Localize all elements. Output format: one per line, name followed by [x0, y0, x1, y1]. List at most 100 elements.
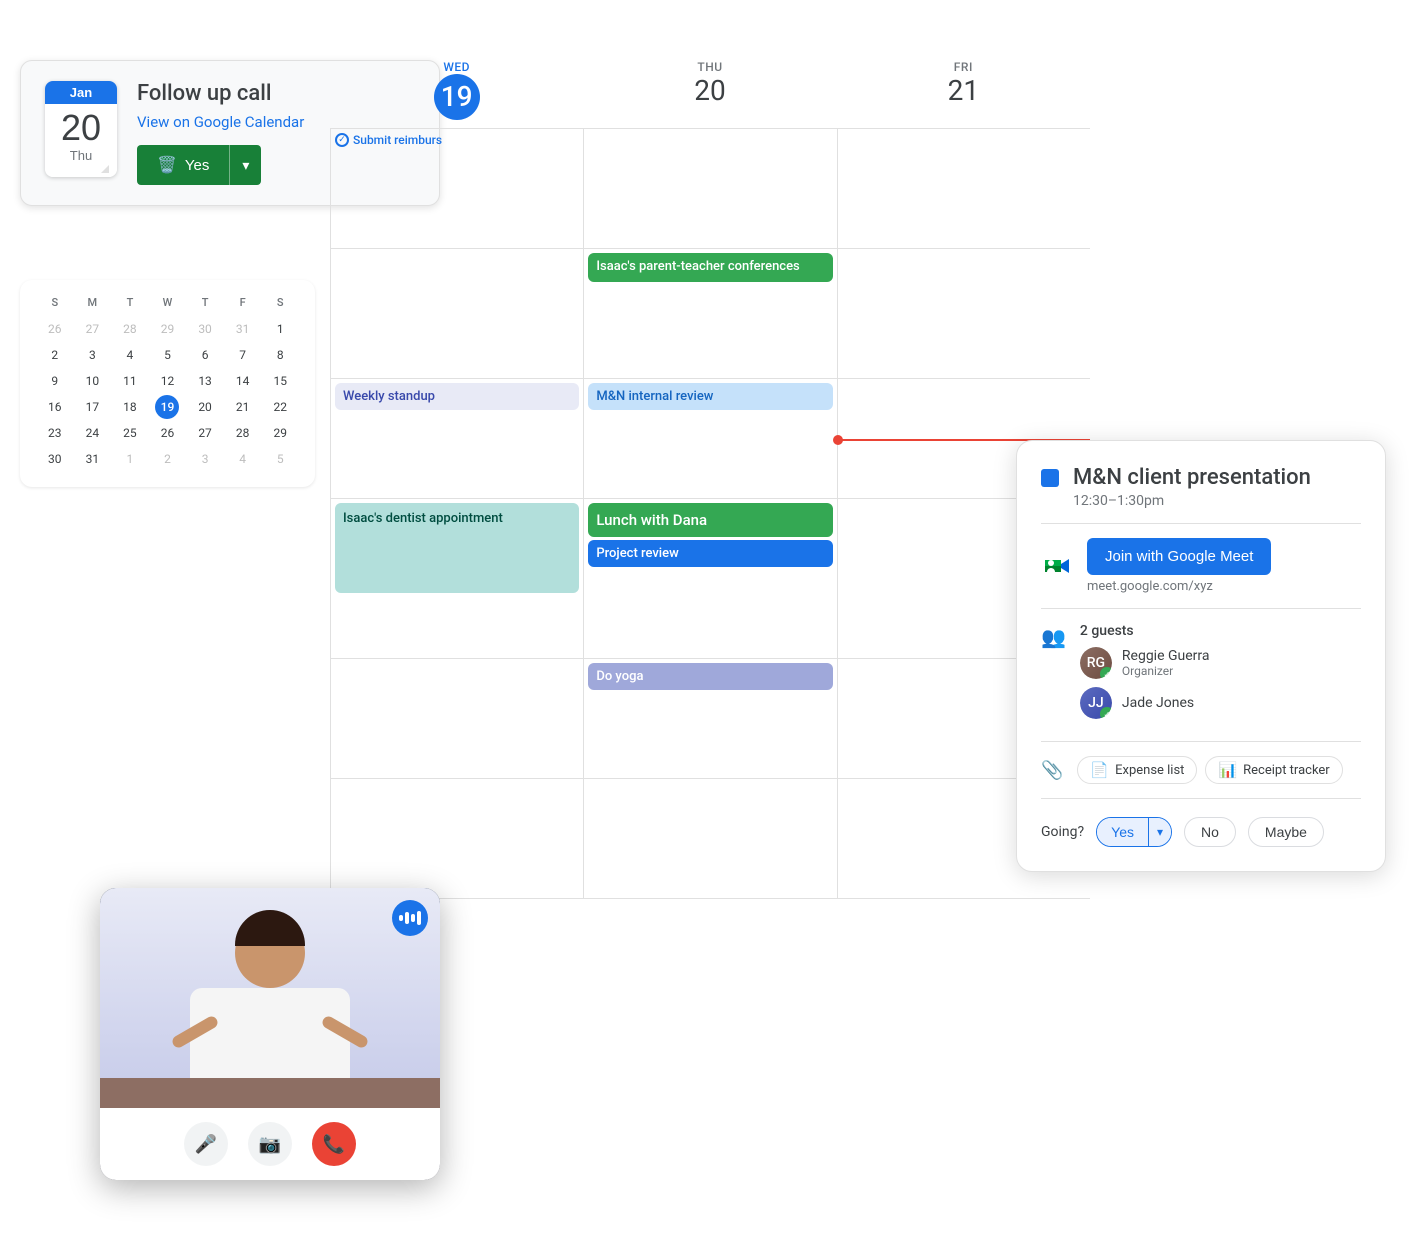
wave-bars [399, 911, 421, 925]
mini-day-20[interactable]: 20 [193, 395, 217, 419]
mini-day-26-prev[interactable]: 26 [43, 317, 67, 341]
going-yes-dropdown[interactable]: ▾ [1148, 818, 1171, 846]
mini-day-1[interactable]: 1 [268, 317, 292, 341]
mini-day-5[interactable]: 5 [155, 343, 179, 367]
mini-day-23[interactable]: 23 [43, 421, 67, 445]
mini-day-18[interactable]: 18 [118, 395, 142, 419]
mini-day-17[interactable]: 17 [80, 395, 104, 419]
mini-cal-mon: M [74, 296, 112, 309]
cal-cell-thu-4: Do yoga [584, 659, 837, 778]
going-section: Going? Yes ▾ No Maybe [1041, 813, 1361, 847]
mini-day-27[interactable]: 27 [193, 421, 217, 445]
going-maybe-button[interactable]: Maybe [1248, 817, 1324, 847]
guest-avatar-reggie: RG ✓ [1080, 647, 1112, 679]
mini-day-27-prev[interactable]: 27 [80, 317, 104, 341]
mini-day-26[interactable]: 26 [155, 421, 179, 445]
doc-icon: 📄 [1090, 761, 1109, 779]
mini-day-4[interactable]: 4 [118, 343, 142, 367]
going-no-button[interactable]: No [1184, 817, 1236, 847]
mn-internal-event[interactable]: M&N internal review [588, 383, 832, 410]
guest-name-jade: Jade Jones [1122, 695, 1194, 711]
event-detail-card: M&N client presentation 12:30–1:30pm Joi… [1016, 440, 1386, 872]
do-yoga-event[interactable]: Do yoga [588, 663, 832, 690]
mini-day-4-next[interactable]: 4 [231, 447, 255, 471]
guest-check-jade: ✓ [1100, 707, 1112, 719]
mic-button[interactable]: 🎤 [184, 1122, 228, 1166]
rsvp-yes-button[interactable]: 🗑️ Yes [137, 145, 229, 185]
calendar-header: WED 19 THU 20 FRI 21 [330, 60, 1090, 129]
weekly-standup-event[interactable]: Weekly standup [335, 383, 579, 410]
guest-avatar-jade: JJ ✓ [1080, 687, 1112, 719]
receipt-tracker-label: Receipt tracker [1243, 763, 1330, 778]
expense-list-label: Expense list [1115, 763, 1184, 778]
mini-day-5-next[interactable]: 5 [268, 447, 292, 471]
attachment-expense-list[interactable]: 📄 Expense list [1077, 756, 1197, 784]
camera-icon: 📷 [259, 1134, 281, 1155]
mini-day-2-next[interactable]: 2 [155, 447, 179, 471]
time-dot [833, 435, 843, 445]
rsvp-dropdown-button[interactable]: ▾ [229, 145, 261, 185]
mini-day-11[interactable]: 11 [118, 369, 142, 393]
guest-check-reggie: ✓ [1100, 667, 1112, 679]
google-meet-icon [1041, 550, 1073, 582]
lunch-dana-event[interactable]: Lunch with Dana [588, 503, 832, 537]
mini-day-22[interactable]: 22 [268, 395, 292, 419]
isaac-dentist-event[interactable]: Isaac's dentist appointment [335, 503, 579, 593]
guest-info-reggie: Reggie Guerra Organizer [1122, 648, 1210, 678]
join-meet-button[interactable]: Join with Google Meet [1087, 538, 1271, 575]
mini-day-8[interactable]: 8 [268, 343, 292, 367]
submit-task-event[interactable]: ✓ Submit reimburs [335, 133, 579, 147]
event-detail-time: 12:30–1:30pm [1073, 493, 1311, 509]
rsvp-buttons: 🗑️ Yes ▾ [137, 145, 304, 185]
mini-day-19-today[interactable]: 19 [155, 395, 179, 419]
mini-day-28-prev[interactable]: 28 [118, 317, 142, 341]
attachment-icon: 📎 [1041, 760, 1063, 781]
cal-cell-wed-3: Isaac's dentist appointment [331, 499, 584, 658]
mini-day-13[interactable]: 13 [193, 369, 217, 393]
mini-day-29[interactable]: 29 [268, 421, 292, 445]
end-call-button[interactable]: 📞 [312, 1122, 356, 1166]
going-yes-wrap: Yes ▾ [1096, 817, 1172, 847]
mini-day-1-next[interactable]: 1 [118, 447, 142, 471]
isaac-parent-event[interactable]: Isaac's parent-teacher conferences [588, 253, 832, 282]
mini-day-30[interactable]: 30 [43, 447, 67, 471]
cal-day: 20 [53, 108, 109, 148]
divider-3 [1041, 741, 1361, 742]
mini-day-25[interactable]: 25 [118, 421, 142, 445]
camera-button[interactable]: 📷 [248, 1122, 292, 1166]
mini-day-3-next[interactable]: 3 [193, 447, 217, 471]
mini-day-6[interactable]: 6 [193, 343, 217, 367]
video-controls: 🎤 📷 📞 [100, 1108, 440, 1180]
mini-cal-thu: T [186, 296, 224, 309]
cal-cell-wed-0: ✓ Submit reimburs [331, 129, 584, 248]
project-review-event[interactable]: Project review [588, 540, 832, 567]
mini-day-29-prev[interactable]: 29 [155, 317, 179, 341]
mini-day-12[interactable]: 12 [155, 369, 179, 393]
day-num-wed: 19 [434, 74, 480, 120]
mini-day-16[interactable]: 16 [43, 395, 67, 419]
attachment-receipt-tracker[interactable]: 📊 Receipt tracker [1205, 756, 1342, 784]
mini-day-15[interactable]: 15 [268, 369, 292, 393]
view-calendar-link[interactable]: View on Google Calendar [137, 113, 304, 131]
mini-day-24[interactable]: 24 [80, 421, 104, 445]
guest-item-reggie: RG ✓ Reggie Guerra Organizer [1080, 647, 1210, 679]
mini-day-21[interactable]: 21 [231, 395, 255, 419]
mini-day-9[interactable]: 9 [43, 369, 67, 393]
cal-cell-wed-4 [331, 659, 584, 778]
mini-day-2[interactable]: 2 [43, 343, 67, 367]
mini-day-31[interactable]: 31 [80, 447, 104, 471]
cal-row-2: Weekly standup M&N internal review [331, 379, 1090, 499]
mini-day-30-prev[interactable]: 30 [193, 317, 217, 341]
mini-day-31-prev[interactable]: 31 [231, 317, 255, 341]
mini-day-28[interactable]: 28 [231, 421, 255, 445]
mini-day-3[interactable]: 3 [80, 343, 104, 367]
mini-day-7[interactable]: 7 [231, 343, 255, 367]
meet-link: meet.google.com/xyz [1087, 579, 1271, 594]
cal-cell-thu-5 [584, 779, 837, 898]
mini-day-10[interactable]: 10 [80, 369, 104, 393]
going-yes-button[interactable]: Yes [1097, 818, 1148, 846]
mini-day-14[interactable]: 14 [231, 369, 255, 393]
video-call-card: 🎤 📷 📞 [100, 888, 440, 1180]
cal-cell-thu-3: Lunch with Dana Project review [584, 499, 837, 658]
mic-icon: 🎤 [195, 1134, 217, 1155]
